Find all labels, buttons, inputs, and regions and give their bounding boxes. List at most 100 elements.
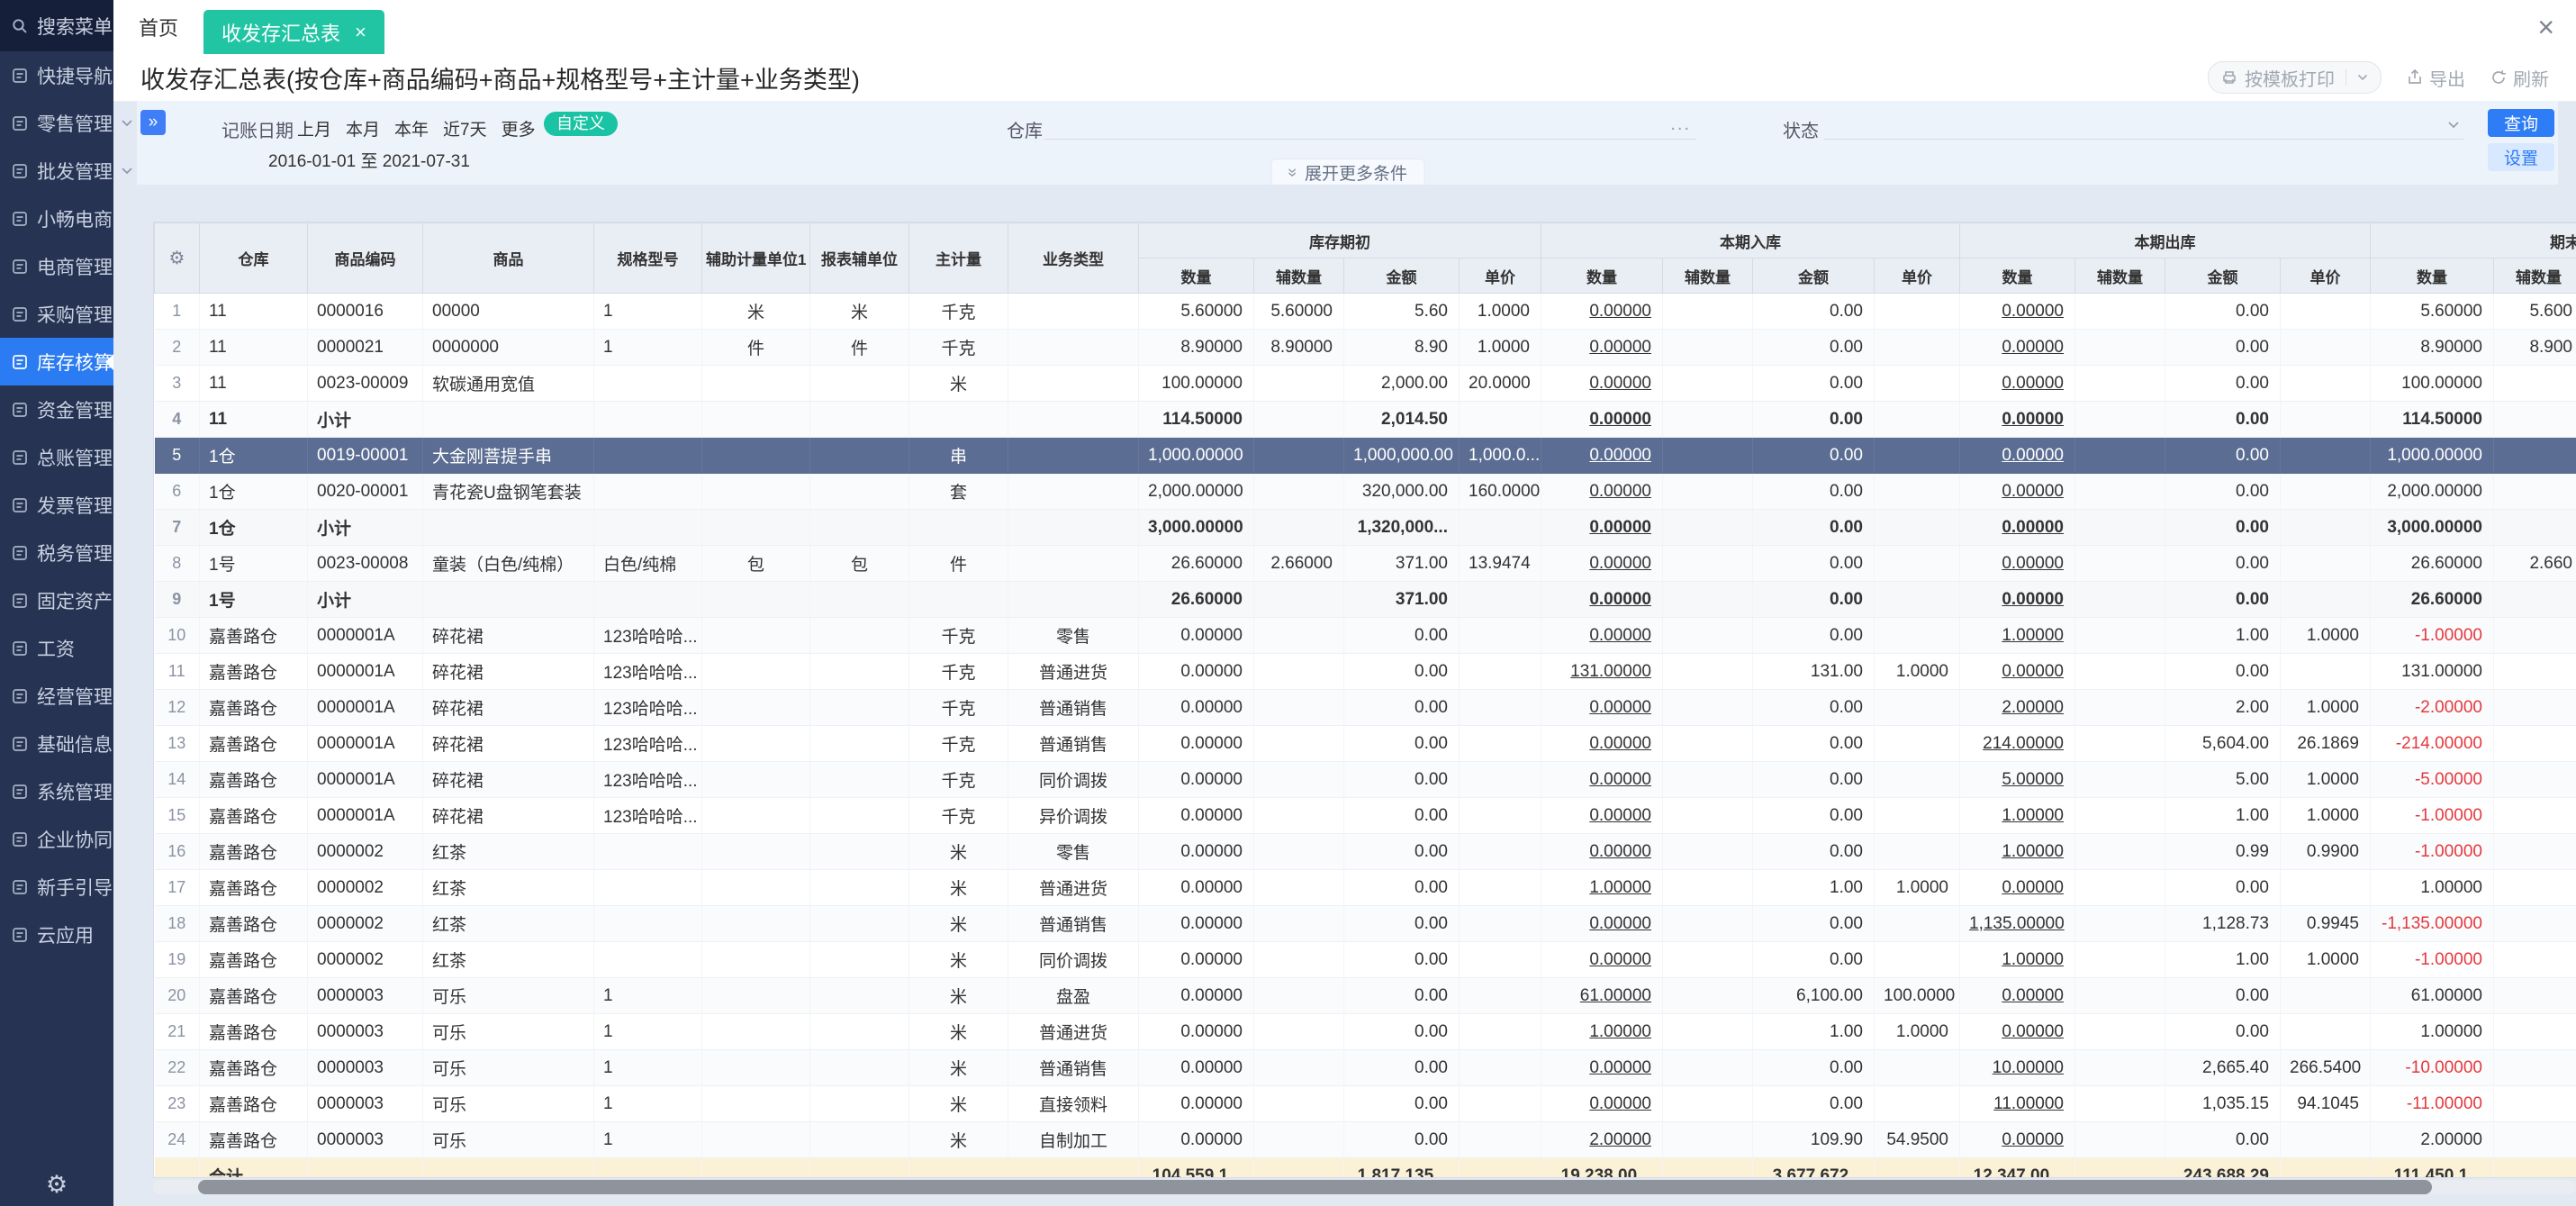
table-row[interactable]: 1 11 0000016 00000 1 米米千克 5.60000 5.60000 5.60 1.… (154, 293, 2576, 330)
tab-report-active[interactable]: 收发存汇总表 × (203, 10, 384, 54)
table-row[interactable]: 21 嘉善路仓 0000003 可乐 1 米普通进货 0.00000 0.00 1.00000 1… (154, 1013, 2576, 1050)
cell-out_qty[interactable]: 214.00000 (1959, 725, 2075, 762)
tab-close-icon[interactable]: × (355, 21, 366, 44)
table-row[interactable]: 15 嘉善路仓 0000001A 碎花裙 123哈哈哈... 千克 异价调拨 0.00000 0… (154, 797, 2576, 834)
sidebar-item-wholesale[interactable]: 批发管理 (0, 147, 132, 195)
cell-out_qty[interactable]: 0.00000 (1959, 293, 2075, 330)
collapse-filter-icon[interactable]: » (140, 110, 166, 135)
table-row[interactable]: 3 11 0023-00009 软碳通用宽值 米 100.00000 2,000.00 20.… (154, 365, 2576, 402)
sidebar-item-inventory[interactable]: 库存核算 (0, 338, 113, 385)
table-row[interactable]: 12 嘉善路仓 0000001A 碎花裙 123哈哈哈... 千克 普通销售 0.00000 0… (154, 689, 2576, 726)
cell-out_qty[interactable]: 1.00000 (1959, 941, 2075, 978)
cell-out_qty[interactable]: 10.00000 (1959, 1049, 2075, 1086)
sidebar-item-fixed-assets[interactable]: 固定资产 (0, 576, 113, 624)
cell-out_qty[interactable]: 1.00000 (1959, 617, 2075, 654)
sidebar-item-retail[interactable]: 零售管理 (0, 99, 132, 147)
cell-out_qty[interactable]: 0.00000 (1959, 365, 2075, 402)
sidebar-item-operation[interactable]: 经营管理 (0, 672, 113, 720)
sidebar-item-funds[interactable]: 资金管理 (0, 385, 113, 433)
sidebar-item-quick-nav[interactable]: 快捷导航 (0, 51, 113, 99)
cell-out_qty[interactable]: 0.00000 (1959, 437, 2075, 474)
sidebar-item-ecommerce[interactable]: 电商管理 (0, 242, 113, 290)
total-row[interactable]: 合计 104,559.1... 1,817,135... 19,238.00... 3,… (154, 1157, 2576, 1177)
table-row[interactable]: 5 1仓 0019-00001 大金刚菩提手串 串 1,000.00000 1,000,00… (154, 437, 2576, 474)
cell-out_qty[interactable]: 0.00000 (1959, 581, 2075, 618)
cell-in_qty[interactable]: 0.00000 (1541, 581, 1663, 618)
cell-in_qty[interactable]: 0.00000 (1541, 401, 1663, 438)
cell-out_qty[interactable]: 0.00000 (1959, 401, 2075, 438)
cell-in_qty[interactable]: 0.00000 (1541, 473, 1663, 510)
table-row[interactable]: 19 嘉善路仓 0000002 红茶米同价调拨 0.00000 0.00 0.00000 0.… (154, 941, 2576, 978)
table-row[interactable]: 2 11 0000021 0000000 1 件件千克 8.90000 8.90000 8.90… (154, 329, 2576, 366)
table-row[interactable]: 18 嘉善路仓 0000002 红茶米普通销售 0.00000 0.00 0.00000 0.… (154, 905, 2576, 942)
table-row[interactable]: 13 嘉善路仓 0000001A 碎花裙 123哈哈哈... 千克 普通销售 0.00000 0… (154, 725, 2576, 762)
cell-in_qty[interactable]: 1.00000 (1541, 1013, 1663, 1050)
cell-out_qty[interactable]: 0.00000 (1959, 545, 2075, 582)
cell-in_qty[interactable]: 0.00000 (1541, 617, 1663, 654)
sidebar-item-xiaochang-ecommerce[interactable]: 小畅电商 (0, 195, 113, 242)
date-range-value[interactable]: 2016-01-01 至 2021-07-31 (268, 148, 470, 172)
sidebar-item-system[interactable]: 系统管理 (0, 767, 113, 815)
cell-out_qty[interactable]: 0.00000 (1959, 329, 2075, 366)
picker-ellipsis-icon[interactable]: ... (1670, 114, 1691, 135)
sidebar-item-cloud-app[interactable]: 云应用 (0, 911, 113, 958)
sidebar-item-tax[interactable]: 税务管理 (0, 529, 113, 576)
subtotal-row[interactable]: 7 1仓 小计 3,000.00000 1,320,000... 0.00000 0.00 0… (154, 509, 2576, 546)
table-row[interactable]: 8 1号 0023-00008 童装（白色/纯棉） 白色/纯棉包包件 26.60000 2.… (154, 545, 2576, 582)
table-row[interactable]: 23 嘉善路仓 0000003 可乐 1 米直接领料 0.00000 0.00 0.00000 0… (154, 1085, 2576, 1122)
expand-more-button[interactable]: » 展开更多条件 (1270, 159, 1425, 185)
cell-out_qty[interactable]: 0.00000 (1959, 977, 2075, 1014)
cell-out_qty[interactable]: 2.00000 (1959, 689, 2075, 726)
subtotal-row[interactable]: 9 1号 小计 26.60000 371.00 0.00000 0.00 0.00000 0.0… (154, 581, 2576, 618)
cell-out_qty[interactable]: 5.00000 (1959, 761, 2075, 798)
cell-in_qty[interactable]: 61.00000 (1541, 977, 1663, 1014)
quick-last-month[interactable]: 上月 (297, 116, 331, 141)
cell-in_qty[interactable]: 0.00000 (1541, 761, 1663, 798)
horizontal-scrollbar-thumb[interactable] (198, 1180, 2432, 1194)
cell-in_qty[interactable]: 0.00000 (1541, 941, 1663, 978)
refresh-button[interactable]: 刷新 (2490, 65, 2549, 91)
cell-out_qty[interactable]: 0.00000 (1959, 1013, 2075, 1050)
cell-in_qty[interactable]: 2.00000 (1541, 1121, 1663, 1158)
cell-out_qty[interactable]: 11.00000 (1959, 1085, 2075, 1122)
cell-in_qty[interactable]: 131.00000 (1541, 653, 1663, 690)
status-select[interactable] (1824, 110, 2463, 140)
close-icon[interactable]: × (2537, 11, 2554, 44)
sidebar-item-search[interactable]: 搜索菜单 (0, 0, 113, 51)
chevron-down-icon[interactable] (2357, 74, 2368, 81)
cell-out_qty[interactable]: 0.00000 (1959, 473, 2075, 510)
cell-in_qty[interactable]: 0.00000 (1541, 689, 1663, 726)
quick-this-year[interactable]: 本年 (394, 116, 429, 141)
cell-in_qty[interactable]: 0.00000 (1541, 509, 1663, 546)
column-settings-gear-icon[interactable]: ⚙ (154, 222, 200, 294)
table-row[interactable]: 24 嘉善路仓 0000003 可乐 1 米自制加工 0.00000 0.00 2.00000 1… (154, 1121, 2576, 1158)
cell-out_qty[interactable]: 0.00000 (1959, 509, 2075, 546)
cell-in_qty[interactable]: 0.00000 (1541, 1049, 1663, 1086)
cell-in_qty[interactable]: 0.00000 (1541, 365, 1663, 402)
cell-in_qty[interactable]: 0.00000 (1541, 833, 1663, 870)
table-row[interactable]: 14 嘉善路仓 0000001A 碎花裙 123哈哈哈... 千克 同价调拨 0.00000 0… (154, 761, 2576, 798)
sidebar-item-basic-info[interactable]: 基础信息 (0, 720, 113, 767)
cell-out_qty[interactable]: 1,135.00000 (1959, 905, 2075, 942)
quick-last-7-days[interactable]: 近7天 (443, 116, 487, 141)
cell-in_qty[interactable]: 0.00000 (1541, 797, 1663, 834)
query-button[interactable]: 查询 (2488, 109, 2554, 137)
export-button[interactable]: 导出 (2407, 65, 2465, 91)
cell-in_qty[interactable]: 0.00000 (1541, 905, 1663, 942)
quick-more[interactable]: 更多 (502, 116, 536, 141)
table-row[interactable]: 16 嘉善路仓 0000002 红茶米零售 0.00000 0.00 0.00000 0.00… (154, 833, 2576, 870)
cell-in_qty[interactable]: 0.00000 (1541, 1085, 1663, 1122)
cell-out_qty[interactable]: 0.00000 (1959, 653, 2075, 690)
sidebar-item-general-ledger[interactable]: 总账管理 (0, 433, 113, 481)
sidebar-item-collaboration[interactable]: 企业协同 (0, 815, 113, 863)
table-row[interactable]: 22 嘉善路仓 0000003 可乐 1 米普通销售 0.00000 0.00 0.00000 0… (154, 1049, 2576, 1086)
sidebar-gear-icon[interactable]: ⚙ (0, 1171, 113, 1199)
subtotal-row[interactable]: 4 11 小计 114.50000 2,014.50 0.00000 0.00 0.00000… (154, 401, 2576, 438)
cell-in_qty[interactable]: 0.00000 (1541, 545, 1663, 582)
cell-in_qty[interactable]: 1.00000 (1541, 869, 1663, 906)
print-button[interactable]: 按模板打印 (2208, 61, 2382, 94)
cell-out_qty[interactable]: 1.00000 (1959, 833, 2075, 870)
settings-button[interactable]: 设置 (2488, 143, 2554, 171)
tab-home[interactable]: 首页 (113, 0, 203, 54)
cell-out_qty[interactable]: 1.00000 (1959, 797, 2075, 834)
